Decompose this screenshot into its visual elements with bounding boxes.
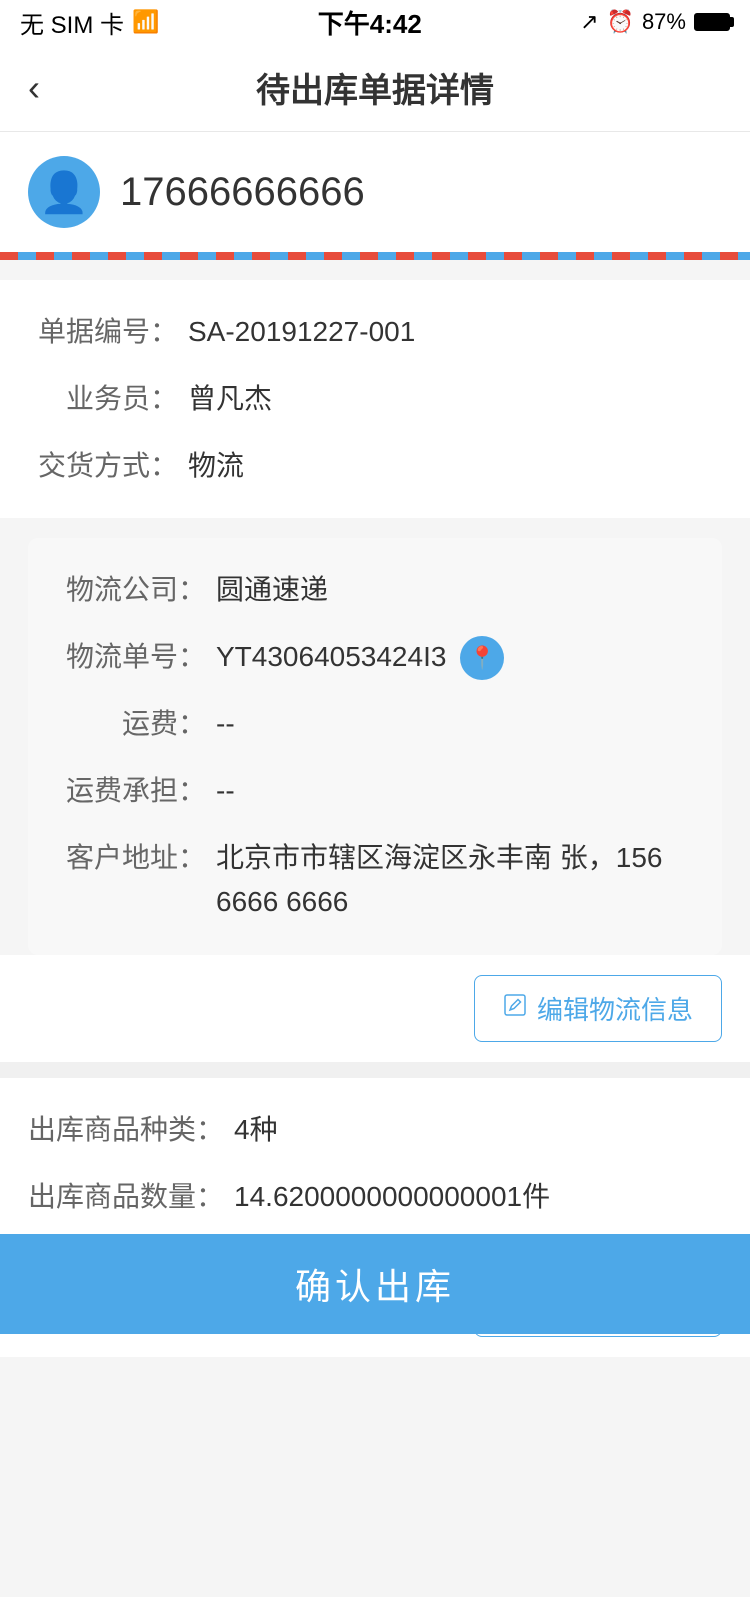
freight-bearer-row: 运费承担： -- (56, 769, 694, 814)
edit-logistics-label: 编辑物流信息 (537, 990, 693, 1027)
address-row: 客户地址： 北京市市辖区海淀区永丰南 张，156 6666 6666 (56, 836, 694, 926)
delivery-method-value: 物流 (188, 444, 722, 489)
alarm-icon: ⏰ (607, 9, 634, 35)
battery-icon (694, 13, 730, 31)
logistics-company-row: 物流公司： 圆通速递 (56, 568, 694, 613)
goods-section: 出库商品种类： 4种 出库商品数量： 14.6200000000000001件 (0, 1078, 750, 1250)
battery-label: 87% (642, 9, 686, 35)
back-button[interactable]: ‹ (28, 67, 40, 109)
sales-person-row: 业务员： 曾凡杰 (28, 377, 722, 422)
location-status-icon: ↗ (580, 9, 598, 35)
carrier-label: 无 SIM 卡 (20, 5, 124, 40)
customer-phone: 17666666666 (120, 170, 365, 215)
logistics-company-label: 物流公司： (56, 568, 216, 613)
dashed-divider (0, 252, 750, 260)
freight-label: 运费： (56, 702, 216, 747)
delivery-method-label: 交货方式： (28, 444, 188, 489)
tracking-location-icon[interactable]: 📍 (460, 636, 504, 680)
tracking-number-value: YT43064053424I3 📍 (216, 635, 694, 680)
tracking-number-row: 物流单号： YT43064053424I3 📍 (56, 635, 694, 680)
goods-type-row: 出库商品种类： 4种 (28, 1108, 722, 1153)
edit-logistics-btn-row: 编辑物流信息 (0, 955, 750, 1062)
sales-person-label: 业务员： (28, 377, 188, 422)
confirm-button[interactable]: 确认出库 (0, 1234, 750, 1334)
tracking-number-label: 物流单号： (56, 635, 216, 680)
bottom-spacer (0, 1357, 750, 1497)
doc-number-label: 单据编号： (28, 310, 188, 355)
goods-quantity-row: 出库商品数量： 14.6200000000000001件 (28, 1175, 722, 1220)
address-label: 客户地址： (56, 836, 216, 881)
status-right: ↗ ⏰ 87% (580, 9, 730, 35)
status-left: 无 SIM 卡 📶 (20, 5, 159, 40)
avatar-icon: 👤 (39, 169, 89, 216)
address-value: 北京市市辖区海淀区永丰南 张，156 6666 6666 (216, 836, 694, 926)
customer-header: 👤 17666666666 (0, 132, 750, 252)
sales-person-value: 曾凡杰 (188, 377, 722, 422)
doc-number-value: SA-20191227-001 (188, 310, 722, 355)
goods-quantity-value: 14.6200000000000001件 (234, 1175, 722, 1220)
goods-quantity-label: 出库商品数量： (28, 1175, 234, 1220)
edit-logistics-button[interactable]: 编辑物流信息 (474, 975, 722, 1042)
avatar: 👤 (28, 156, 100, 228)
delivery-method-row: 交货方式： 物流 (28, 444, 722, 489)
status-time: 下午4:42 (318, 4, 422, 41)
doc-number-row: 单据编号： SA-20191227-001 (28, 310, 722, 355)
freight-value: -- (216, 702, 694, 747)
nav-bar: ‹ 待出库单据详情 (0, 44, 750, 132)
goods-type-value: 4种 (234, 1108, 722, 1153)
gray-separator (0, 1062, 750, 1078)
edit-icon (503, 993, 527, 1024)
freight-bearer-label: 运费承担： (56, 769, 216, 814)
logistics-company-value: 圆通速递 (216, 568, 694, 613)
document-info-section: 单据编号： SA-20191227-001 业务员： 曾凡杰 交货方式： 物流 (0, 280, 750, 518)
freight-row: 运费： -- (56, 702, 694, 747)
wifi-icon: 📶 (132, 9, 159, 35)
status-bar: 无 SIM 卡 📶 下午4:42 ↗ ⏰ 87% (0, 0, 750, 44)
freight-bearer-value: -- (216, 769, 694, 814)
page-title: 待出库单据详情 (256, 63, 494, 112)
goods-type-label: 出库商品种类： (28, 1108, 234, 1153)
logistics-card: 物流公司： 圆通速递 物流单号： YT43064053424I3 📍 运费： -… (28, 538, 722, 955)
